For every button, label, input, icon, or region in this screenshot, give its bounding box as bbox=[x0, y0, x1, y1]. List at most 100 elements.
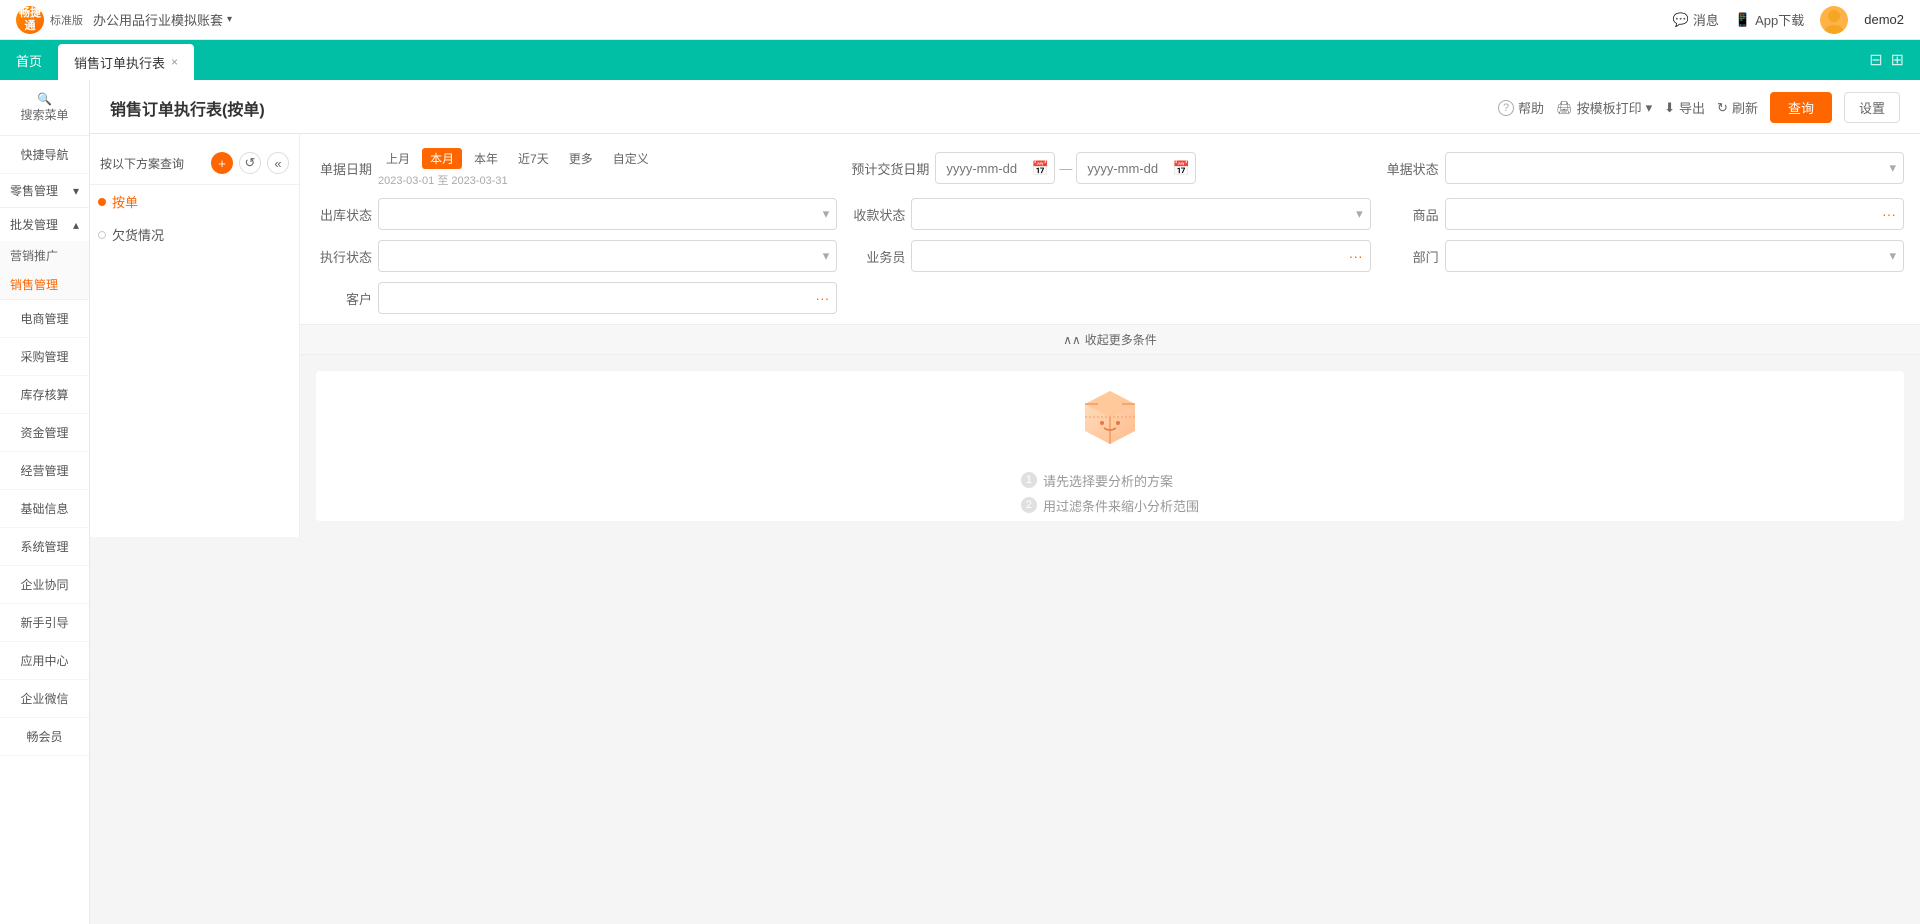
doc-status-control: ▾ bbox=[1445, 152, 1904, 184]
goods-input[interactable] bbox=[1445, 198, 1904, 230]
empty-tips: 1 请先选择要分析的方案 2 用过滤条件来缩小分析范围 bbox=[1021, 471, 1199, 521]
add-scheme-button[interactable]: + bbox=[211, 152, 233, 174]
print-label: 按模板打印 bbox=[1577, 98, 1642, 117]
date-tab-custom[interactable]: 自定义 bbox=[605, 148, 657, 169]
sidebar: 🔍 搜索菜单 快捷导航 零售管理 ▾ 批发管理 ▴ 营销推广 销售管理 bbox=[0, 80, 90, 924]
scheme-backorder-label: 欠货情况 bbox=[112, 225, 164, 244]
refresh-scheme-button[interactable]: ↺ bbox=[239, 152, 261, 174]
filter-cell-customer: 客户 ··· bbox=[316, 282, 837, 314]
sidebar-sub-sales[interactable]: 销售管理 bbox=[0, 270, 89, 299]
search-menu-button[interactable]: 🔍 搜索菜单 bbox=[6, 88, 83, 127]
date-tab-last7days[interactable]: 近7天 bbox=[510, 148, 557, 169]
sidebar-wholesale-arrow: ▴ bbox=[73, 218, 79, 232]
filter-row-4: 客户 ··· bbox=[300, 282, 1920, 324]
tab-home[interactable]: 首页 bbox=[0, 40, 58, 80]
salesperson-more-icon[interactable]: ··· bbox=[1345, 248, 1367, 264]
tip-num-2: 2 bbox=[1021, 497, 1037, 513]
sidebar-item-wechat[interactable]: 企业微信 bbox=[0, 680, 89, 718]
sidebar-sub-marketing[interactable]: 营销推广 bbox=[0, 241, 89, 270]
customer-input[interactable] bbox=[378, 282, 837, 314]
out-status-select[interactable] bbox=[378, 198, 837, 230]
collapse-panel-button[interactable]: « bbox=[267, 152, 289, 174]
out-status-control: ▾ bbox=[378, 198, 837, 230]
user-name[interactable]: demo2 bbox=[1864, 12, 1904, 27]
calendar-from-icon: 📅 bbox=[1032, 160, 1049, 177]
page-actions: ? 帮助 🖨 按模板打印 ▾ ⬇ 导出 ↻ 刷新 bbox=[1498, 92, 1900, 123]
settings-button[interactable]: 设置 bbox=[1844, 92, 1900, 123]
sidebar-item-finance[interactable]: 资金管理 bbox=[0, 414, 89, 452]
filter-cell-date: 单据日期 上月 本月 本年 近7天 更多 自定义 20 bbox=[316, 148, 837, 188]
app-selector[interactable]: 办公用品行业模拟账套 ▾ bbox=[93, 10, 232, 29]
date-tab-more[interactable]: 更多 bbox=[561, 148, 601, 169]
print-button[interactable]: 🖨 按模板打印 ▾ bbox=[1556, 98, 1652, 117]
tab-close-icon[interactable]: × bbox=[171, 55, 178, 69]
goods-control: ··· bbox=[1445, 198, 1904, 230]
content-area: 销售订单执行表(按单) ? 帮助 🖨 按模板打印 ▾ ⬇ 导出 bbox=[90, 80, 1920, 924]
app-download-button[interactable]: 📱 App下载 bbox=[1735, 10, 1804, 29]
filter-panel-actions: + ↺ « bbox=[211, 152, 289, 174]
sidebar-item-inventory[interactable]: 库存核算 bbox=[0, 376, 89, 414]
sidebar-item-business[interactable]: 经营管理 bbox=[0, 452, 89, 490]
filter-cell-out-status: 出库状态 ▾ bbox=[316, 198, 837, 230]
filter-cell-goods: 商品 ··· bbox=[1383, 198, 1904, 230]
collapse-filters-label: 收起更多条件 bbox=[1085, 331, 1157, 348]
topbar-right: 💬 消息 📱 App下载 demo2 bbox=[1673, 6, 1904, 34]
salesperson-input[interactable] bbox=[911, 240, 1370, 272]
collapse-filters-bar[interactable]: ∧∧ 收起更多条件 bbox=[300, 324, 1920, 354]
help-button[interactable]: ? 帮助 bbox=[1498, 98, 1544, 117]
scheme-item-backorder[interactable]: 欠货情况 bbox=[90, 218, 299, 251]
download-icon: 📱 bbox=[1735, 12, 1751, 28]
sidebar-sub-marketing-label: 营销推广 bbox=[10, 249, 58, 263]
query-button[interactable]: 查询 bbox=[1770, 92, 1832, 123]
help-icon: ? bbox=[1498, 100, 1514, 116]
search-menu-label: 搜索菜单 bbox=[6, 106, 83, 123]
export-button[interactable]: ⬇ 导出 bbox=[1664, 98, 1705, 117]
sidebar-item-purchase[interactable]: 采购管理 bbox=[0, 338, 89, 376]
sidebar-item-retail[interactable]: 零售管理 ▾ bbox=[0, 174, 89, 207]
scheme-active-dot bbox=[98, 198, 106, 206]
predicted-date-label: 预计交货日期 bbox=[849, 159, 929, 178]
predicted-date-range: 📅 — 📅 bbox=[935, 152, 1370, 184]
predicted-date-from-wrapper: 📅 bbox=[935, 152, 1055, 184]
customer-more-icon[interactable]: ··· bbox=[811, 290, 833, 306]
tab-sales-order[interactable]: 销售订单执行表 × bbox=[58, 44, 194, 80]
empty-icon bbox=[1070, 371, 1150, 451]
message-button[interactable]: 💬 消息 bbox=[1673, 10, 1719, 29]
tip-num-1: 1 bbox=[1021, 472, 1037, 488]
goods-label: 商品 bbox=[1383, 205, 1439, 224]
tab-collapse-button[interactable]: ⊟ bbox=[1869, 50, 1882, 70]
doc-status-select[interactable] bbox=[1445, 152, 1904, 184]
doc-status-label: 单据状态 bbox=[1383, 159, 1439, 178]
sidebar-item-guide[interactable]: 新手引导 bbox=[0, 604, 89, 642]
filter-cell-predicted-date: 预计交货日期 📅 — bbox=[849, 148, 1370, 188]
tab-expand-button[interactable]: ⊞ bbox=[1891, 50, 1904, 70]
sidebar-item-enterprise[interactable]: 企业协同 bbox=[0, 566, 89, 604]
empty-tip-2: 2 用过滤条件来缩小分析范围 bbox=[1021, 496, 1199, 515]
help-label: 帮助 bbox=[1518, 98, 1544, 117]
sidebar-item-system[interactable]: 系统管理 bbox=[0, 528, 89, 566]
scheme-item-order[interactable]: 按单 bbox=[90, 185, 299, 218]
recv-status-select[interactable] bbox=[911, 198, 1370, 230]
dept-select[interactable] bbox=[1445, 240, 1904, 272]
sidebar-quick-nav-label: 快捷导航 bbox=[20, 148, 68, 162]
tab-sales-order-label: 销售订单执行表 bbox=[74, 53, 165, 72]
date-tab-current-month[interactable]: 本月 bbox=[422, 148, 462, 169]
exec-status-select[interactable] bbox=[378, 240, 837, 272]
sidebar-item-member[interactable]: 畅会员 bbox=[0, 718, 89, 756]
sidebar-item-ecommerce[interactable]: 电商管理 bbox=[0, 300, 89, 338]
refresh-button[interactable]: ↻ 刷新 bbox=[1717, 98, 1758, 117]
app-download-label: App下载 bbox=[1755, 10, 1804, 29]
goods-more-icon[interactable]: ··· bbox=[1878, 206, 1900, 222]
calendar-to-icon: 📅 bbox=[1173, 160, 1190, 177]
refresh-label: 刷新 bbox=[1732, 98, 1758, 117]
date-tab-prev-month[interactable]: 上月 bbox=[378, 148, 418, 169]
sidebar-item-apps[interactable]: 应用中心 bbox=[0, 642, 89, 680]
date-tab-current-year[interactable]: 本年 bbox=[466, 148, 506, 169]
sidebar-item-basic[interactable]: 基础信息 bbox=[0, 490, 89, 528]
sidebar-item-wholesale[interactable]: 批发管理 ▴ bbox=[0, 208, 89, 241]
filter-cell-dept: 部门 ▾ bbox=[1383, 240, 1904, 272]
out-status-label: 出库状态 bbox=[316, 205, 372, 224]
sidebar-retail-label: 零售管理 bbox=[10, 182, 58, 199]
filter-row-1: 单据日期 上月 本月 本年 近7天 更多 自定义 20 bbox=[300, 134, 1920, 198]
sidebar-item-quick-nav[interactable]: 快捷导航 bbox=[0, 136, 89, 174]
